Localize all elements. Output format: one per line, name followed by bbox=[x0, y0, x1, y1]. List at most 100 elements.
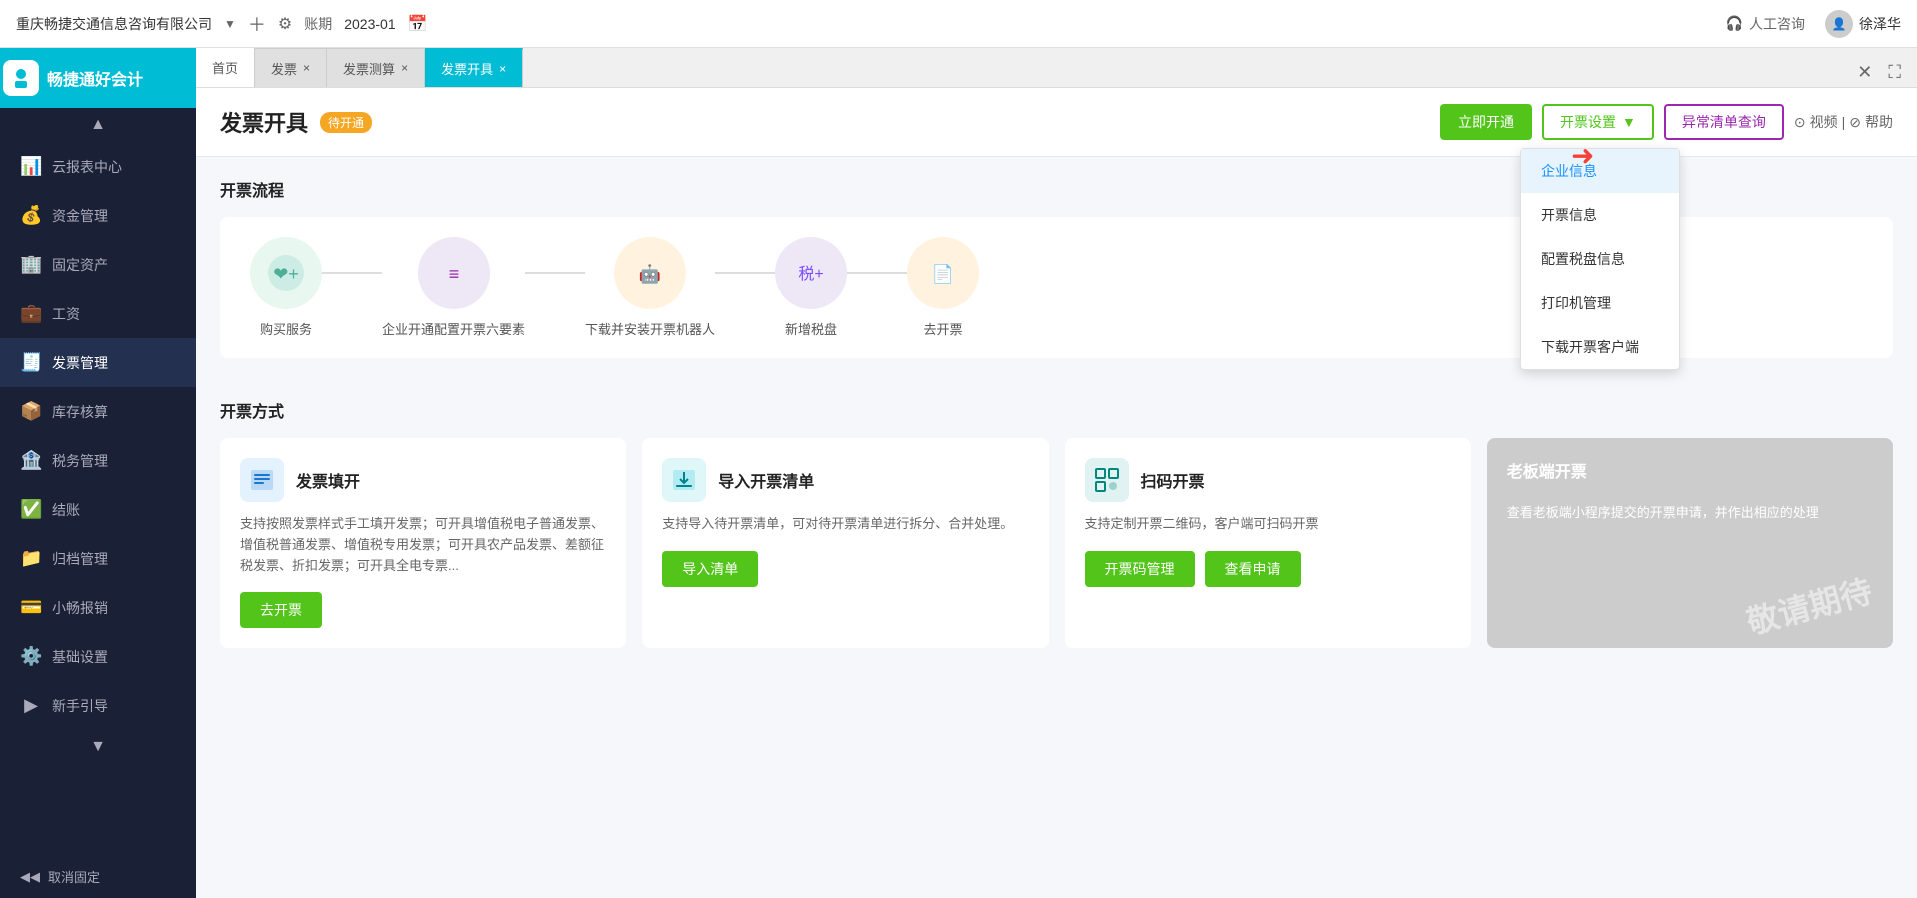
fill-in-title: 发票填开 bbox=[296, 468, 360, 492]
sidebar-item-fixed-assets[interactable]: 🏢 固定资产 bbox=[0, 240, 196, 289]
top-bar: 重庆畅捷交通信息咨询有限公司 ▼ ＋ ⚙ 账期 2023-01 📅 🎧 人工咨询… bbox=[0, 0, 1917, 48]
status-badge: 待开通 bbox=[320, 112, 372, 133]
tabs-right: ✕ ⛶ bbox=[1853, 58, 1917, 87]
download-robot-icon: 🤖 bbox=[614, 237, 686, 309]
consulting-button[interactable]: 🎧 人工咨询 bbox=[1726, 14, 1805, 34]
add-tax-label: 新增税盘 bbox=[785, 319, 837, 338]
page-header-actions: 立即开通 开票设置 ▼ 异常清单查询 ⊙ 视频 | ⊘ 帮助 bbox=[1440, 104, 1893, 140]
dropdown-item-company-info[interactable]: 企业信息 bbox=[1521, 149, 1679, 193]
dropdown-item-printer[interactable]: 打印机管理 bbox=[1521, 281, 1679, 325]
fill-in-desc: 支持按照发票样式手工填开发票；可开具增值税电子普通发票、增值税普通发票、增值税专… bbox=[240, 514, 606, 576]
tab-invoice-open[interactable]: 发票开具 × bbox=[425, 48, 523, 87]
sidebar-scroll-down[interactable]: ▼ bbox=[0, 730, 196, 764]
sidebar-item-salary[interactable]: 💼 工资 bbox=[0, 289, 196, 338]
dropdown-item-invoice-info[interactable]: 开票信息 bbox=[1521, 193, 1679, 237]
tab-close-all-button[interactable]: ✕ bbox=[1853, 58, 1876, 87]
scan-manage-button[interactable]: 开票码管理 bbox=[1085, 551, 1195, 587]
avatar: 👤 bbox=[1825, 10, 1853, 38]
sidebar-item-label: 云报表中心 bbox=[52, 157, 122, 177]
main-layout: 畅捷通好会计 旗舰版 ▲ 📊 云报表中心 💰 资金管理 🏢 固定资产 💼 工资 … bbox=[0, 48, 1917, 898]
sidebar-item-archive[interactable]: 📁 归档管理 bbox=[0, 534, 196, 583]
sidebar-item-capital[interactable]: 💰 资金管理 bbox=[0, 191, 196, 240]
dropdown-arrow-icon[interactable]: ▼ bbox=[224, 17, 236, 31]
step-divider-1 bbox=[322, 272, 382, 274]
method-card-import-header: 导入开票清单 bbox=[662, 458, 1028, 502]
chart-icon: 📊 bbox=[20, 156, 42, 177]
reconcile-icon: ✅ bbox=[20, 499, 42, 520]
tabs-bar: 首页 发票 × 发票测算 × 发票开具 × ✕ ⛶ bbox=[196, 48, 1917, 88]
tab-invoice-calc-close[interactable]: × bbox=[401, 61, 408, 75]
sidebar-item-label: 资金管理 bbox=[52, 206, 108, 226]
svg-text:📄: 📄 bbox=[932, 263, 954, 284]
fill-in-go-button[interactable]: 去开票 bbox=[240, 592, 322, 628]
sidebar-item-guide[interactable]: ▶ 新手引导 bbox=[0, 681, 196, 730]
sidebar-item-label: 库存核算 bbox=[52, 402, 108, 422]
sidebar: 畅捷通好会计 旗舰版 ▲ 📊 云报表中心 💰 资金管理 🏢 固定资产 💼 工资 … bbox=[0, 48, 196, 898]
sidebar-scroll-up[interactable]: ▲ bbox=[0, 108, 196, 142]
sidebar-item-label: 固定资产 bbox=[52, 255, 108, 275]
settings-button[interactable]: 开票设置 ▼ bbox=[1542, 104, 1654, 140]
sidebar-item-cloud-report[interactable]: 📊 云报表中心 bbox=[0, 142, 196, 191]
calendar-icon[interactable]: 📅 bbox=[408, 14, 428, 34]
company-name[interactable]: 重庆畅捷交通信息咨询有限公司 bbox=[16, 14, 212, 34]
sidebar-unpin-button[interactable]: ◀◀ 取消固定 bbox=[0, 855, 196, 898]
step-download-robot: 🤖 下载并安装开票机器人 bbox=[585, 237, 715, 338]
user-info-button[interactable]: 👤 徐泽华 bbox=[1825, 10, 1901, 38]
sidebar-item-reconcile[interactable]: ✅ 结账 bbox=[0, 485, 196, 534]
method-card-scan-header: 扫码开票 bbox=[1085, 458, 1451, 502]
sidebar-item-expense[interactable]: 💳 小畅报销 bbox=[0, 583, 196, 632]
methods-section: 开票方式 bbox=[196, 378, 1917, 668]
scan-desc: 支持定制开票二维码，客户端可扫码开票 bbox=[1085, 514, 1451, 535]
scan-view-button[interactable]: 查看申请 bbox=[1205, 551, 1301, 587]
sidebar-item-invoice[interactable]: 🧾 发票管理 bbox=[0, 338, 196, 387]
svg-text:❤+: ❤+ bbox=[273, 264, 299, 284]
tab-expand-button[interactable]: ⛶ bbox=[1884, 58, 1905, 87]
sidebar-item-tax[interactable]: 🏦 税务管理 bbox=[0, 436, 196, 485]
sidebar-item-label: 新手引导 bbox=[52, 696, 108, 716]
separator: | bbox=[1842, 114, 1846, 130]
sidebar-item-settings[interactable]: ⚙️ 基础设置 bbox=[0, 632, 196, 681]
user-name: 徐泽华 bbox=[1859, 14, 1901, 34]
tab-invoice-open-close[interactable]: × bbox=[499, 62, 506, 76]
sidebar-item-inventory[interactable]: 📦 库存核算 bbox=[0, 387, 196, 436]
download-robot-label: 下载并安装开票机器人 bbox=[585, 319, 715, 338]
chevron-down-icon: ▼ bbox=[1622, 114, 1636, 130]
settings-button-label: 开票设置 bbox=[1560, 112, 1616, 132]
add-company-button[interactable]: ＋ bbox=[248, 11, 266, 37]
page-content: 发票开具 待开通 立即开通 开票设置 ▼ 异常清单查询 ⊙ 视频 | ⊘ 帮助 bbox=[196, 88, 1917, 898]
svg-text:🤖: 🤖 bbox=[639, 263, 661, 284]
scan-icon bbox=[1085, 458, 1129, 502]
methods-section-title: 开票方式 bbox=[220, 398, 1893, 422]
period-label: 账期 bbox=[304, 14, 332, 34]
fixed-assets-icon: 🏢 bbox=[20, 254, 42, 275]
step-buy-service: ❤+ 购买服务 bbox=[250, 237, 322, 338]
method-cards: 发票填开 支持按照发票样式手工填开发票；可开具增值税电子普通发票、增值税普通发票… bbox=[220, 438, 1893, 648]
dropdown-item-tax-config[interactable]: 配置税盘信息 bbox=[1521, 237, 1679, 281]
top-bar-right: 🎧 人工咨询 👤 徐泽华 bbox=[1726, 10, 1901, 38]
sidebar-logo: 畅捷通好会计 旗舰版 bbox=[0, 48, 196, 108]
tab-invoice-label: 发票 bbox=[271, 59, 297, 78]
sidebar-item-label: 发票管理 bbox=[52, 353, 108, 373]
abnormal-list-button[interactable]: 异常清单查询 bbox=[1664, 104, 1784, 140]
headset-icon: 🎧 bbox=[1726, 15, 1743, 32]
step-divider-2 bbox=[525, 272, 585, 274]
settings-gear-icon[interactable]: ⚙ bbox=[278, 14, 292, 34]
import-go-button[interactable]: 导入清单 bbox=[662, 551, 758, 587]
page-title: 发票开具 bbox=[220, 106, 308, 138]
activate-button[interactable]: 立即开通 bbox=[1440, 104, 1532, 140]
tab-invoice[interactable]: 发票 × bbox=[255, 48, 327, 87]
tab-home[interactable]: 首页 bbox=[196, 48, 255, 87]
dropdown-item-label: 配置税盘信息 bbox=[1541, 251, 1625, 267]
video-button[interactable]: ⊙ 视频 | ⊘ 帮助 bbox=[1794, 112, 1893, 132]
sidebar-item-label: 基础设置 bbox=[52, 647, 108, 667]
scan-buttons: 开票码管理 查看申请 bbox=[1085, 551, 1451, 587]
tab-invoice-close[interactable]: × bbox=[303, 61, 310, 75]
invoice-icon: 🧾 bbox=[20, 352, 42, 373]
dropdown-item-label: 企业信息 bbox=[1541, 163, 1597, 179]
step-add-tax: 税+ 新增税盘 bbox=[775, 237, 847, 338]
dropdown-item-download-client[interactable]: 下载开票客户端 bbox=[1521, 325, 1679, 369]
step-go-invoice: 📄 去开票 bbox=[907, 237, 979, 338]
dropdown-item-label: 下载开票客户端 bbox=[1541, 339, 1639, 355]
tab-invoice-calc[interactable]: 发票测算 × bbox=[327, 48, 425, 87]
sidebar-item-label: 小畅报销 bbox=[52, 598, 108, 618]
